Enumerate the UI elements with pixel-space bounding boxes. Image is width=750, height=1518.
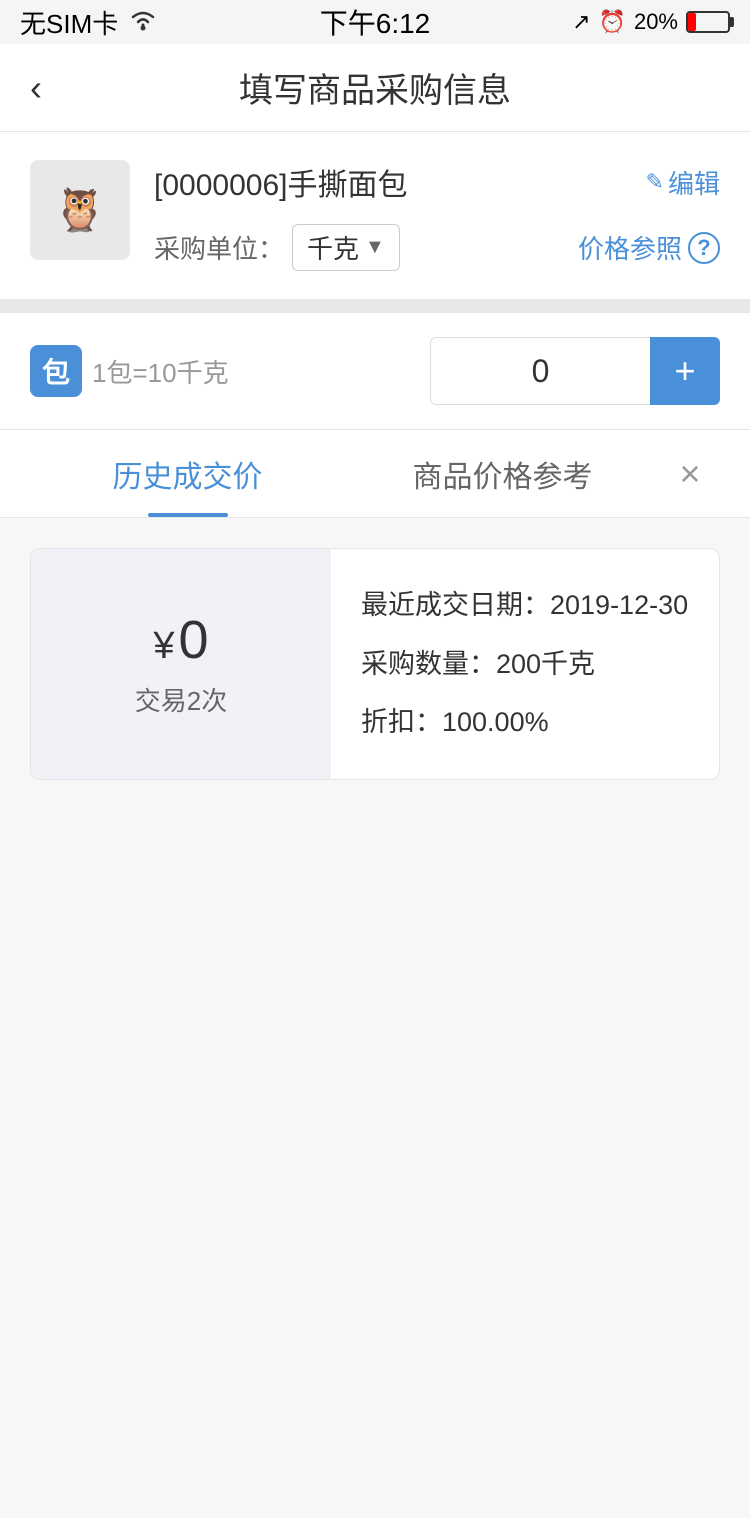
tab-history-label: 历史成交价 — [113, 452, 263, 496]
status-left: 无SIM卡 — [20, 4, 158, 41]
edit-label: 编辑 — [668, 164, 720, 201]
price-display: ¥ 0 — [153, 609, 208, 671]
product-info: [0000006]手撕面包 ✎ 编辑 采购单位： 千克 ▼ 价格参照 ? — [154, 160, 720, 271]
unit-value: 千克 — [307, 229, 359, 266]
tab-price-ref[interactable]: 商品价格参考 — [345, 430, 660, 517]
wifi-icon — [128, 7, 158, 38]
qty-unit-box: 包 — [30, 345, 82, 397]
qty-convert-label: 1包=10千克 — [92, 353, 229, 390]
price-detail-date: 最近成交日期：2019-12-30 — [361, 585, 689, 626]
price-detail-discount: 折扣：100.00% — [361, 702, 689, 743]
alarm-icon: ⏰ — [599, 9, 626, 35]
recent-date-value: 2019-12-30 — [550, 590, 688, 620]
unit-label: 采购单位： — [154, 229, 284, 266]
product-thumbnail: 🦉 — [30, 160, 130, 260]
qty-input-area: + — [430, 337, 720, 405]
price-card: ¥ 0 交易2次 最近成交日期：2019-12-30 采购数量：200千克 折扣… — [30, 548, 720, 780]
product-unit-row: 采购单位： 千克 ▼ 价格参照 ? — [154, 224, 720, 271]
price-card-left: ¥ 0 交易2次 — [31, 549, 331, 779]
price-amount: 0 — [179, 609, 209, 671]
price-detail-qty: 采购数量：200千克 — [361, 644, 689, 685]
recent-date-label: 最近成交日期： — [361, 590, 550, 620]
product-header: 🦉 [0000006]手撕面包 ✎ 编辑 采购单位： 千克 ▼ — [30, 160, 720, 271]
gps-icon: ↗ — [572, 9, 590, 35]
battery-percent: 20% — [634, 9, 678, 35]
discount-value: 100.00% — [442, 707, 549, 737]
quantity-row: 包 1包=10千克 + — [0, 313, 750, 429]
purchase-qty-label: 采购数量： — [361, 649, 496, 679]
page-title: 填写商品采购信息 — [239, 63, 511, 112]
tab-close-button[interactable]: × — [660, 444, 720, 504]
product-card: 🦉 [0000006]手撕面包 ✎ 编辑 采购单位： 千克 ▼ — [0, 132, 750, 299]
price-ref-label: 价格参照 — [578, 229, 682, 266]
price-yen-symbol: ¥ — [153, 625, 174, 668]
carrier-text: 无SIM卡 — [20, 4, 118, 41]
discount-label: 折扣： — [361, 707, 442, 737]
tab-section: 历史成交价 商品价格参考 × ¥ 0 交易2次 最近成交日期：2019-12-3… — [0, 429, 750, 1018]
tab-active-indicator — [148, 513, 228, 517]
price-card-right: 最近成交日期：2019-12-30 采购数量：200千克 折扣：100.00% — [331, 549, 719, 779]
edit-icon: ✎ — [646, 169, 664, 195]
bottom-area — [0, 1018, 750, 1518]
status-bar: 无SIM卡 下午6:12 ↗ ⏰ 20% — [0, 0, 750, 44]
section-divider — [0, 299, 750, 313]
tab-history-price[interactable]: 历史成交价 — [30, 430, 345, 517]
qty-unit-info: 包 1包=10千克 — [30, 345, 229, 397]
battery-icon — [686, 11, 730, 33]
qty-plus-button[interactable]: + — [650, 337, 720, 405]
tab-price-ref-label: 商品价格参考 — [413, 452, 593, 496]
dropdown-arrow-icon: ▼ — [365, 236, 385, 259]
product-name: [0000006]手撕面包 — [154, 160, 407, 204]
history-content: ¥ 0 交易2次 最近成交日期：2019-12-30 采购数量：200千克 折扣… — [0, 518, 750, 1018]
purchase-qty-value: 200千克 — [496, 649, 595, 679]
help-icon: ? — [688, 232, 720, 264]
product-thumbnail-icon: 🦉 — [54, 186, 106, 235]
price-transactions: 交易2次 — [135, 681, 227, 718]
tab-header: 历史成交价 商品价格参考 × — [0, 430, 750, 518]
qty-input[interactable] — [430, 337, 650, 405]
status-time: 下午6:12 — [320, 2, 431, 42]
nav-bar: ‹ 填写商品采购信息 — [0, 44, 750, 132]
status-right: ↗ ⏰ 20% — [572, 9, 730, 35]
price-ref-button[interactable]: 价格参照 ? — [578, 229, 720, 266]
edit-button[interactable]: ✎ 编辑 — [646, 164, 720, 201]
back-button[interactable]: ‹ — [20, 57, 52, 119]
unit-selector[interactable]: 千克 ▼ — [292, 224, 400, 271]
product-title-row: [0000006]手撕面包 ✎ 编辑 — [154, 160, 720, 204]
